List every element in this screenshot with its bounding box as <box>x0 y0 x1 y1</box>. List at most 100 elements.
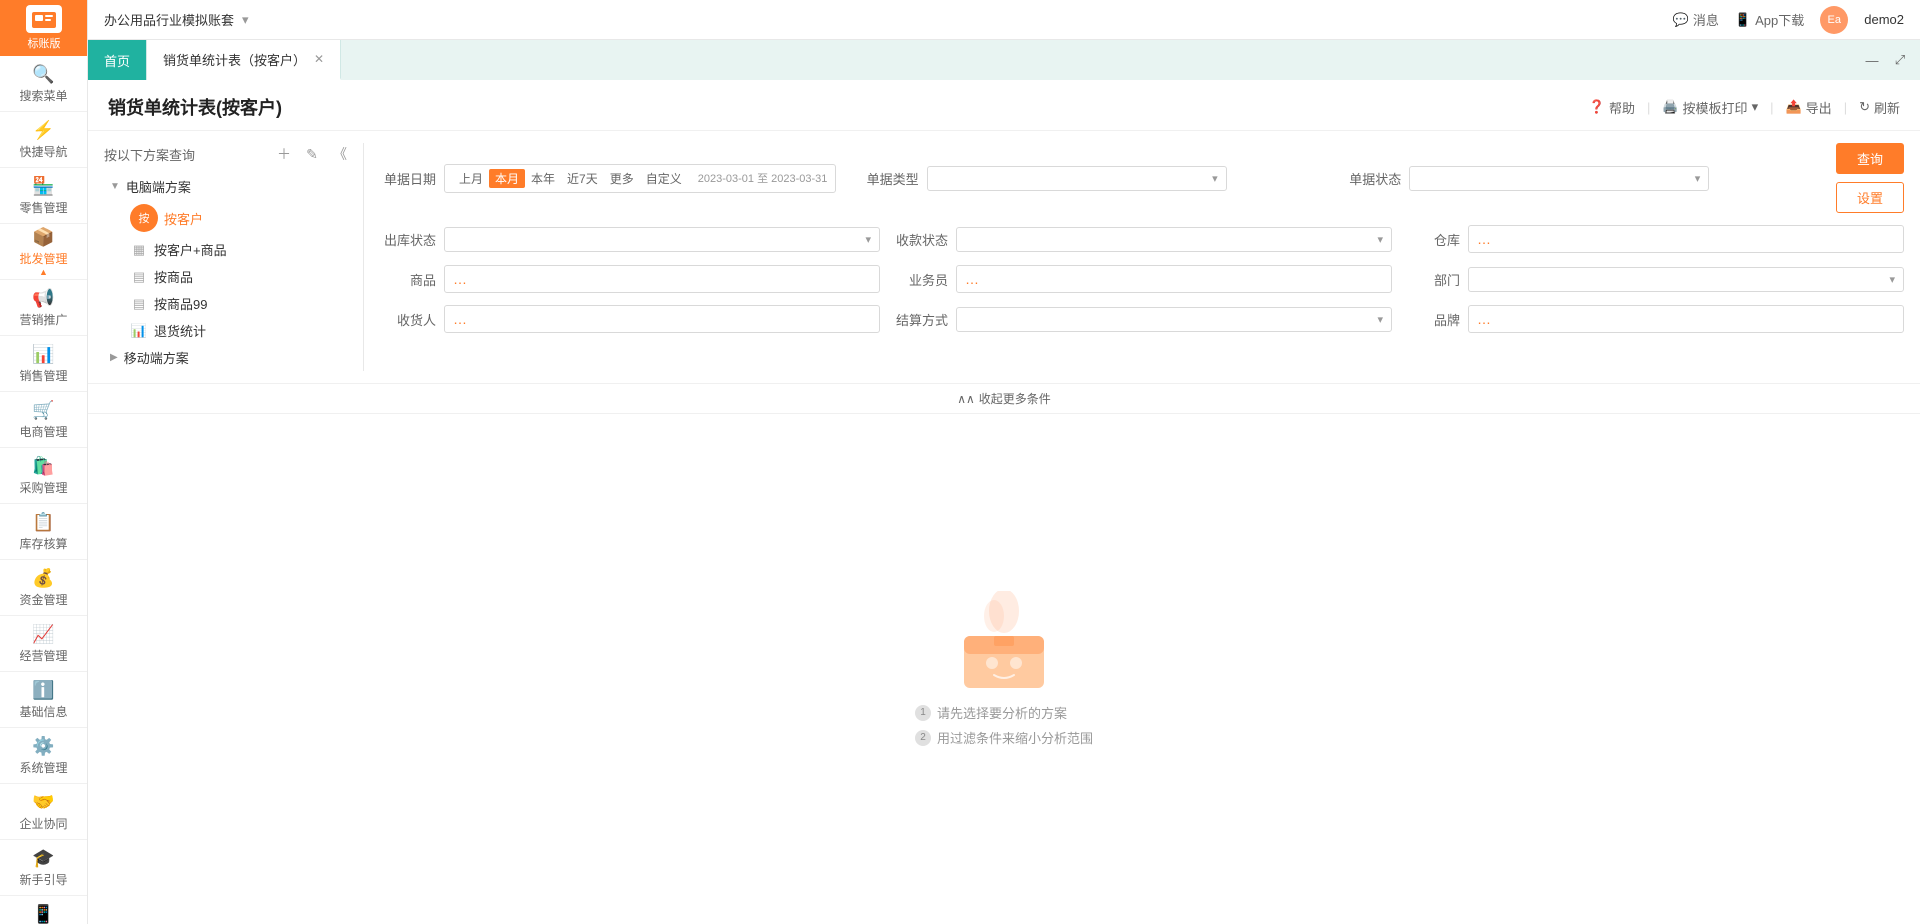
sidebar-item-new-guide[interactable]: 🎓 新手引导 <box>0 840 87 896</box>
tab-close-icon[interactable]: ✕ <box>314 52 324 66</box>
tree-child-by-customer[interactable]: 按 按客户 <box>124 200 351 236</box>
order-status-field: 单据状态 ▾ <box>1345 166 1816 191</box>
sidebar-item-search-menu[interactable]: 🔍 搜索菜单 <box>0 56 87 112</box>
topbar-arrow-icon[interactable]: ▾ <box>242 12 249 28</box>
sidebar-item-procurement[interactable]: 🛍️ 采购管理 <box>0 448 87 504</box>
tab-maximize-button[interactable]: ⤢ <box>1888 48 1912 72</box>
plan-tree: ▼ 电脑端方案 按 按客户 ▦ 按客户+商品 ▤ <box>104 173 351 371</box>
avatar-text: Ea <box>1828 14 1841 26</box>
chart-icon: 📊 <box>130 322 148 340</box>
sidebar-item-system[interactable]: ⚙️ 系统管理 <box>0 728 87 784</box>
sidebar-item-wholesale[interactable]: 📦 批发管理 ▲ <box>0 224 87 280</box>
sidebar-item-inventory[interactable]: 📋 库存核算 <box>0 504 87 560</box>
sidebar-item-label: 资金管理 <box>19 591 67 608</box>
print-button[interactable]: 🖨️ 按模板打印 ▾ <box>1662 98 1758 117</box>
date-tab-7days[interactable]: 近7天 <box>561 169 604 188</box>
tree-child-return-stat[interactable]: 📊 退货统计 <box>124 317 351 344</box>
product-select[interactable]: … <box>444 265 880 293</box>
app-download-label: App下载 <box>1755 10 1804 29</box>
salesperson-select[interactable]: … <box>956 265 1392 293</box>
home-tab-label: 首页 <box>104 51 130 70</box>
out-status-select[interactable]: ▾ <box>444 227 880 252</box>
app-download-button[interactable]: 📱 App下载 <box>1735 10 1804 29</box>
order-type-select[interactable]: ▾ <box>927 166 1227 191</box>
tree-child-label: 按客户 <box>164 209 203 228</box>
tree-child-by-product-99[interactable]: ▤ 按商品99 <box>124 290 351 317</box>
settlement-select[interactable]: ▾ <box>956 307 1392 332</box>
date-tab-this-month[interactable]: 本月 <box>489 169 525 188</box>
tab-sales-stat[interactable]: 销货单统计表（按客户） ✕ <box>147 40 341 80</box>
retail-icon: 🏪 <box>32 176 54 197</box>
order-type-label: 单据类型 <box>863 169 919 188</box>
chevron-up-icon: ▲ <box>39 267 48 277</box>
procurement-icon: 🛍️ <box>32 456 54 477</box>
brand-select[interactable]: … <box>1468 305 1904 333</box>
sidebar-item-app-center[interactable]: 📱 应用中心 <box>0 896 87 924</box>
app-center-icon: 📱 <box>32 904 54 924</box>
date-tab-more[interactable]: 更多 <box>604 169 640 188</box>
empty-illustration <box>944 591 1064 691</box>
chevron-down-icon2: ▾ <box>1695 172 1701 185</box>
sidebar-item-quick-nav[interactable]: ⚡ 快捷导航 <box>0 112 87 168</box>
filter-panel: 按以下方案查询 ＋ ✎ 《 ▼ 电脑端方案 按 <box>104 143 364 371</box>
user-avatar[interactable]: Ea <box>1820 6 1848 34</box>
date-tab-this-year[interactable]: 本年 <box>525 169 561 188</box>
collapse-panel-button[interactable]: 《 <box>329 143 351 165</box>
sidebar-item-label: 采购管理 <box>19 479 67 496</box>
message-button[interactable]: 💬 消息 <box>1673 10 1719 29</box>
app-download-icon: 📱 <box>1735 12 1751 28</box>
tab-home[interactable]: 首页 <box>88 40 147 80</box>
settings-button[interactable]: 设置 <box>1836 182 1904 213</box>
sidebar-item-finance[interactable]: 💰 资金管理 <box>0 560 87 616</box>
recipient-select[interactable]: … <box>444 305 880 333</box>
query-button[interactable]: 查询 <box>1836 143 1904 174</box>
tree-child-by-customer-product[interactable]: ▦ 按客户+商品 <box>124 236 351 263</box>
order-status-select[interactable]: ▾ <box>1409 166 1709 191</box>
help-button[interactable]: ❓ 帮助 <box>1589 98 1635 117</box>
sidebar-item-label: 经营管理 <box>19 647 67 664</box>
active-plan-icon: 按 <box>130 204 158 232</box>
date-range-text: 2023-03-01 至 2023-03-31 <box>698 170 828 186</box>
sidebar: 标账版 🔍 搜索菜单 ⚡ 快捷导航 🏪 零售管理 📦 批发管理 ▲ 📢 营销推广… <box>0 0 88 924</box>
payment-status-field: 收款状态 ▾ <box>892 227 1392 252</box>
sidebar-item-enterprise[interactable]: 🤝 企业协同 <box>0 784 87 840</box>
sidebar-item-label: 批发管理 <box>19 250 67 267</box>
sidebar-item-label: 电商管理 <box>19 423 67 440</box>
tip-num-2: 2 <box>915 730 931 746</box>
tab-minimize-button[interactable]: — <box>1860 48 1884 72</box>
sidebar-item-retail[interactable]: 🏪 零售管理 <box>0 168 87 224</box>
collapse-row[interactable]: ∧∧ 收起更多条件 <box>88 384 1920 414</box>
order-date-field: 单据日期 上月 本月 本年 近7天 更多 自定义 2023-03-01 至 20… <box>380 164 851 193</box>
sidebar-item-marketing[interactable]: 📢 营销推广 <box>0 280 87 336</box>
action-buttons: 查询 设置 <box>1828 143 1904 213</box>
filter-form: 单据日期 上月 本月 本年 近7天 更多 自定义 2023-03-01 至 20… <box>364 143 1904 371</box>
sidebar-item-operations[interactable]: 📈 经营管理 <box>0 616 87 672</box>
help-label: 帮助 <box>1609 98 1635 117</box>
table2-icon: ▤ <box>130 295 148 313</box>
warehouse-select[interactable]: … <box>1468 225 1904 253</box>
product-field: 商品 … <box>380 265 880 293</box>
date-control[interactable]: 上月 本月 本年 近7天 更多 自定义 2023-03-01 至 2023-03… <box>444 164 836 193</box>
date-tabs: 上月 本月 本年 近7天 更多 自定义 <box>453 169 688 188</box>
department-select[interactable]: ▾ <box>1468 267 1904 292</box>
user-name[interactable]: demo2 <box>1864 12 1904 27</box>
sidebar-item-basic-info[interactable]: ℹ️ 基础信息 <box>0 672 87 728</box>
tree-desktop-node[interactable]: ▼ 电脑端方案 <box>104 173 351 200</box>
add-plan-button[interactable]: ＋ <box>273 143 295 165</box>
tree-child-label: 按商品99 <box>154 294 207 313</box>
minimize-icon: — <box>1866 53 1879 68</box>
edit-plan-button[interactable]: ✎ <box>301 143 323 165</box>
date-tab-last-month[interactable]: 上月 <box>453 169 489 188</box>
refresh-button[interactable]: ↻ 刷新 <box>1859 98 1900 117</box>
salesperson-field: 业务员 … <box>892 265 1392 293</box>
tabbar-actions: — ⤢ <box>1852 40 1920 80</box>
date-tab-custom[interactable]: 自定义 <box>640 169 688 188</box>
warehouse-dots: … <box>1477 231 1493 247</box>
sidebar-item-sales[interactable]: 📊 销售管理 <box>0 336 87 392</box>
export-button[interactable]: 📤 导出 <box>1785 98 1831 117</box>
sidebar-item-ecommerce[interactable]: 🛒 电商管理 <box>0 392 87 448</box>
tree-mobile-node[interactable]: ▶ 移动端方案 <box>104 344 351 371</box>
sidebar-item-label: 零售管理 <box>19 199 67 216</box>
tree-child-by-product[interactable]: ▤ 按商品 <box>124 263 351 290</box>
payment-status-select[interactable]: ▾ <box>956 227 1392 252</box>
